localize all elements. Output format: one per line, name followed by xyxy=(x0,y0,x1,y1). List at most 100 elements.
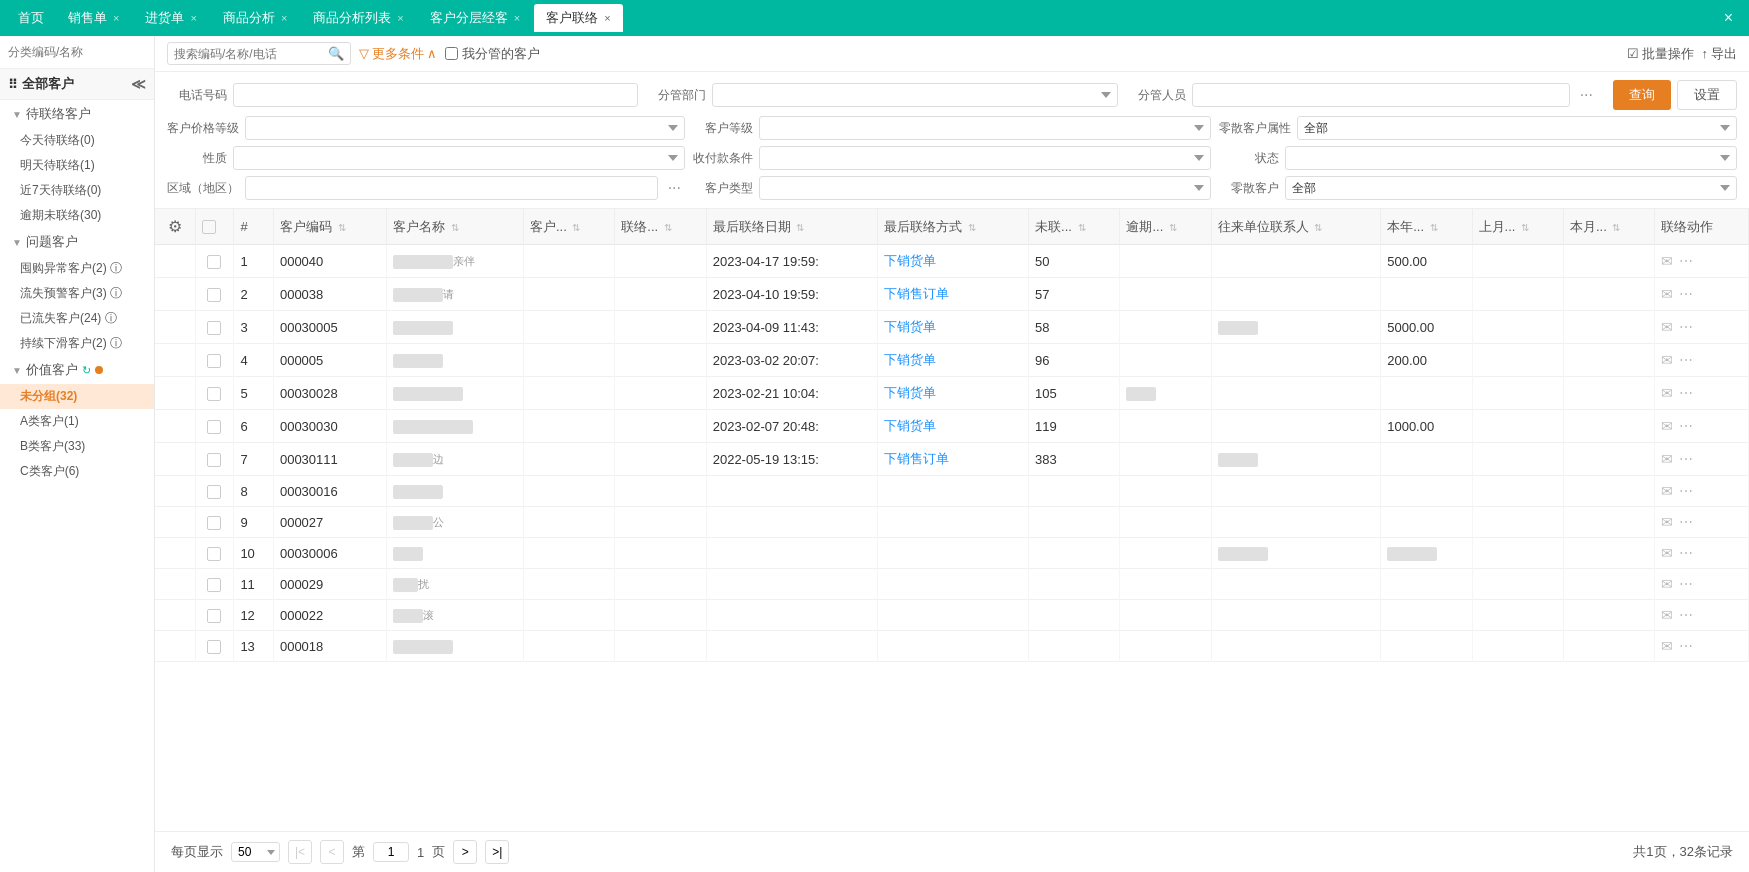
nav-tab-customer-tier[interactable]: 客户分层经客 × xyxy=(418,4,532,32)
action-more-icon-7[interactable]: ⋯ xyxy=(1679,483,1693,499)
select-retail-attr[interactable]: 全部 xyxy=(1297,116,1737,140)
sidebar-item-class-c[interactable]: C类客户(6) xyxy=(0,459,154,484)
row-checkbox-11[interactable] xyxy=(207,609,221,623)
select-payment[interactable] xyxy=(759,146,1211,170)
search-icon[interactable]: 🔍 xyxy=(328,46,344,61)
row-checkbox-4[interactable] xyxy=(207,387,221,401)
action-chat-icon-0[interactable]: ✉ xyxy=(1661,253,1673,269)
sidebar-item-churn-warning[interactable]: 流失预警客户(3) ⓘ xyxy=(0,281,154,306)
sidebar-item-class-a[interactable]: A类客户(1) xyxy=(0,409,154,434)
row-checkbox-2[interactable] xyxy=(207,321,221,335)
sidebar-item-ungroup[interactable]: 未分组(32) xyxy=(0,384,154,409)
last-method-link[interactable]: 下销货单 xyxy=(884,352,936,367)
export-btn[interactable]: ↑ 导出 xyxy=(1702,45,1738,63)
action-more-icon-4[interactable]: ⋯ xyxy=(1679,385,1693,401)
action-chat-icon-2[interactable]: ✉ xyxy=(1661,319,1673,335)
action-chat-icon-7[interactable]: ✉ xyxy=(1661,483,1673,499)
select-price-level[interactable] xyxy=(245,116,685,140)
next-page-button[interactable]: > xyxy=(453,840,477,864)
nav-tab-analysis[interactable]: 商品分析 × xyxy=(211,4,299,32)
action-chat-icon-5[interactable]: ✉ xyxy=(1661,418,1673,434)
action-chat-icon-10[interactable]: ✉ xyxy=(1661,576,1673,592)
action-more-icon-3[interactable]: ⋯ xyxy=(1679,352,1693,368)
page-size-select[interactable]: 50 20 100 xyxy=(231,842,280,862)
nav-tab-analysis-list[interactable]: 商品分析列表 × xyxy=(301,4,415,32)
row-checkbox-3[interactable] xyxy=(207,354,221,368)
action-chat-icon-9[interactable]: ✉ xyxy=(1661,545,1673,561)
last-method-link[interactable]: 下销货单 xyxy=(884,385,936,400)
action-more-icon-8[interactable]: ⋯ xyxy=(1679,514,1693,530)
row-checkbox-5[interactable] xyxy=(207,420,221,434)
action-more-icon-6[interactable]: ⋯ xyxy=(1679,451,1693,467)
select-customer-type[interactable] xyxy=(759,176,1211,200)
action-more-icon-0[interactable]: ⋯ xyxy=(1679,253,1693,269)
action-more-icon-2[interactable]: ⋯ xyxy=(1679,319,1693,335)
all-customers-header[interactable]: ⠿ 全部客户 ≪ xyxy=(0,69,154,100)
sidebar-item-today[interactable]: 今天待联络(0) xyxy=(0,128,154,153)
collapse-sidebar-icon[interactable]: ≪ xyxy=(131,76,146,92)
sidebar-item-hoarding[interactable]: 囤购异常客户(2) ⓘ xyxy=(0,256,154,281)
row-checkbox-10[interactable] xyxy=(207,578,221,592)
action-chat-icon-3[interactable]: ✉ xyxy=(1661,352,1673,368)
action-chat-icon-4[interactable]: ✉ xyxy=(1661,385,1673,401)
nav-tab-purchase[interactable]: 进货单 × xyxy=(133,4,208,32)
reset-button[interactable]: 设置 xyxy=(1677,80,1737,110)
nav-home[interactable]: 首页 xyxy=(8,9,54,27)
nav-tab-customer-tier-close[interactable]: × xyxy=(514,12,520,24)
batch-op-btn[interactable]: ☑ 批量操作 xyxy=(1627,45,1694,63)
action-chat-icon-8[interactable]: ✉ xyxy=(1661,514,1673,530)
nav-tab-sales[interactable]: 销售单 × xyxy=(56,4,131,32)
select-dept[interactable] xyxy=(712,83,1117,107)
row-checkbox-12[interactable] xyxy=(207,640,221,654)
last-method-link[interactable]: 下销货单 xyxy=(884,253,936,268)
my-customers-checkbox[interactable]: 我分管的客户 xyxy=(445,45,540,63)
last-method-link[interactable]: 下销售订单 xyxy=(884,451,949,466)
row-checkbox-8[interactable] xyxy=(207,516,221,530)
action-more-icon-5[interactable]: ⋯ xyxy=(1679,418,1693,434)
row-checkbox-6[interactable] xyxy=(207,453,221,467)
sidebar-item-7days[interactable]: 近7天待联络(0) xyxy=(0,178,154,203)
sidebar-group-pending[interactable]: ▼ 待联络客户 xyxy=(0,100,154,128)
sidebar-item-tomorrow[interactable]: 明天待联络(1) xyxy=(0,153,154,178)
action-more-icon-9[interactable]: ⋯ xyxy=(1679,545,1693,561)
sidebar-item-class-b[interactable]: B类客户(33) xyxy=(0,434,154,459)
action-chat-icon-1[interactable]: ✉ xyxy=(1661,286,1673,302)
input-person[interactable] xyxy=(1192,83,1570,107)
input-region[interactable] xyxy=(245,176,658,200)
nav-tab-purchase-close[interactable]: × xyxy=(190,12,196,24)
sidebar-item-overdue[interactable]: 逾期未联络(30) xyxy=(0,203,154,228)
refresh-icon[interactable]: ↻ xyxy=(82,364,91,377)
select-all-checkbox[interactable] xyxy=(202,220,216,234)
input-phone[interactable] xyxy=(233,83,638,107)
prev-page-button[interactable]: < xyxy=(320,840,344,864)
my-customers-check[interactable] xyxy=(445,47,458,60)
action-chat-icon-12[interactable]: ✉ xyxy=(1661,638,1673,654)
last-method-link[interactable]: 下销售订单 xyxy=(884,286,949,301)
row-checkbox-9[interactable] xyxy=(207,547,221,561)
sidebar-item-declining[interactable]: 持续下滑客户(2) ⓘ xyxy=(0,331,154,356)
action-more-icon-10[interactable]: ⋯ xyxy=(1679,576,1693,592)
sidebar-group-value[interactable]: ▼ 价值客户 ↻ xyxy=(0,356,154,384)
action-more-icon-12[interactable]: ⋯ xyxy=(1679,638,1693,654)
row-checkbox-7[interactable] xyxy=(207,485,221,499)
query-button[interactable]: 查询 xyxy=(1613,80,1671,110)
region-dots[interactable]: ··· xyxy=(664,179,685,197)
row-checkbox-0[interactable] xyxy=(207,255,221,269)
action-more-icon-11[interactable]: ⋯ xyxy=(1679,607,1693,623)
action-chat-icon-6[interactable]: ✉ xyxy=(1661,451,1673,467)
nav-tab-sales-close[interactable]: × xyxy=(113,12,119,24)
last-method-link[interactable]: 下销货单 xyxy=(884,319,936,334)
last-method-link[interactable]: 下销货单 xyxy=(884,418,936,433)
action-more-icon-1[interactable]: ⋯ xyxy=(1679,286,1693,302)
nav-tab-analysis-close[interactable]: × xyxy=(281,12,287,24)
person-dots[interactable]: ··· xyxy=(1576,86,1597,104)
action-chat-icon-11[interactable]: ✉ xyxy=(1661,607,1673,623)
more-conditions-btn[interactable]: ▽ 更多条件 ∧ xyxy=(359,45,437,63)
sidebar-item-churned[interactable]: 已流失客户(24) ⓘ xyxy=(0,306,154,331)
select-retail[interactable]: 全部 xyxy=(1285,176,1737,200)
row-checkbox-1[interactable] xyxy=(207,288,221,302)
last-page-button[interactable]: >| xyxy=(485,840,509,864)
select-customer-level[interactable] xyxy=(759,116,1211,140)
table-gear-icon[interactable]: ⚙ xyxy=(166,216,184,237)
nav-tab-analysis-list-close[interactable]: × xyxy=(397,12,403,24)
